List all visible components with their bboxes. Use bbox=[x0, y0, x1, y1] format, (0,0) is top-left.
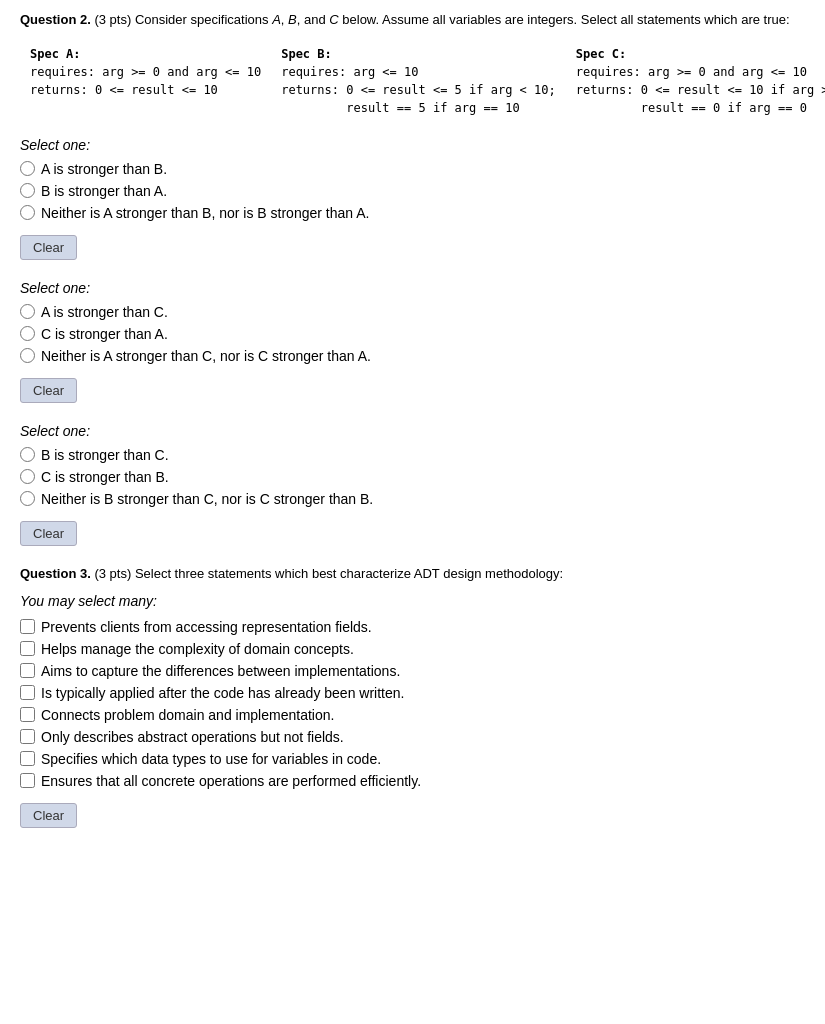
spec-c-title: Spec C: bbox=[576, 45, 825, 63]
label-q3o2[interactable]: Helps manage the complexity of domain co… bbox=[41, 641, 354, 657]
radio-option-g3o2[interactable]: C is stronger than B. bbox=[20, 469, 805, 485]
checkbox-option-q3o8[interactable]: Ensures that all concrete operations are… bbox=[20, 773, 805, 789]
checkbox-q3o7[interactable] bbox=[20, 751, 35, 766]
label-g1o1[interactable]: A is stronger than B. bbox=[41, 161, 167, 177]
radio-g2o2[interactable] bbox=[20, 326, 35, 341]
group1-options: A is stronger than B. B is stronger than… bbox=[20, 161, 805, 221]
spec-a-title: Spec A: bbox=[30, 45, 261, 63]
spec-a-line1: requires: arg >= 0 and arg <= 10 bbox=[30, 63, 261, 81]
checkbox-option-q3o2[interactable]: Helps manage the complexity of domain co… bbox=[20, 641, 805, 657]
radio-g2o1[interactable] bbox=[20, 304, 35, 319]
spec-c-line3: result == 0 if arg == 0 bbox=[576, 99, 825, 117]
label-g1o3[interactable]: Neither is A stronger than B, nor is B s… bbox=[41, 205, 369, 221]
radio-option-g2o1[interactable]: A is stronger than C. bbox=[20, 304, 805, 320]
checkbox-q3o6[interactable] bbox=[20, 729, 35, 744]
checkbox-option-q3o3[interactable]: Aims to capture the differences between … bbox=[20, 663, 805, 679]
checkbox-q3o8[interactable] bbox=[20, 773, 35, 788]
question3-pts: (3 pts) Select three statements which be… bbox=[94, 566, 563, 581]
label-g2o1[interactable]: A is stronger than C. bbox=[41, 304, 168, 320]
radio-g2o3[interactable] bbox=[20, 348, 35, 363]
question2-title: Question 2. bbox=[20, 12, 91, 27]
question3-title: Question 3. bbox=[20, 566, 91, 581]
question2-pts: (3 pts) Consider specifications A, B, an… bbox=[94, 12, 789, 27]
radio-g1o1[interactable] bbox=[20, 161, 35, 176]
checkbox-q3o2[interactable] bbox=[20, 641, 35, 656]
clear-group2-button[interactable]: Clear bbox=[20, 378, 77, 403]
label-q3o6[interactable]: Only describes abstract operations but n… bbox=[41, 729, 344, 745]
clear-question3-button[interactable]: Clear bbox=[20, 803, 77, 828]
question3-header: Question 3. (3 pts) Select three stateme… bbox=[20, 566, 805, 581]
label-g3o2[interactable]: C is stronger than B. bbox=[41, 469, 169, 485]
clear-group1-button[interactable]: Clear bbox=[20, 235, 77, 260]
spec-b-title: Spec B: bbox=[281, 45, 556, 63]
group1-label: Select one: bbox=[20, 137, 805, 153]
clear-group3-button[interactable]: Clear bbox=[20, 521, 77, 546]
group2-label: Select one: bbox=[20, 280, 805, 296]
radio-g3o1[interactable] bbox=[20, 447, 35, 462]
checkbox-group: Prevents clients from accessing represen… bbox=[20, 619, 805, 828]
spec-c-line2: returns: 0 <= result <= 10 if arg > 0; bbox=[576, 81, 825, 99]
group3-label: Select one: bbox=[20, 423, 805, 439]
group3-options: B is stronger than C. C is stronger than… bbox=[20, 447, 805, 507]
label-q3o7[interactable]: Specifies which data types to use for va… bbox=[41, 751, 381, 767]
spec-b-line3: result == 5 if arg == 10 bbox=[281, 99, 556, 117]
radio-group1: Select one: A is stronger than B. B is s… bbox=[20, 137, 805, 260]
spec-b: Spec B: requires: arg <= 10 returns: 0 <… bbox=[281, 45, 556, 117]
spec-b-line1: requires: arg <= 10 bbox=[281, 63, 556, 81]
checkbox-option-q3o7[interactable]: Specifies which data types to use for va… bbox=[20, 751, 805, 767]
spec-a-line2: returns: 0 <= result <= 10 bbox=[30, 81, 261, 99]
label-g2o2[interactable]: C is stronger than A. bbox=[41, 326, 168, 342]
checkbox-q3o3[interactable] bbox=[20, 663, 35, 678]
checkbox-option-q3o5[interactable]: Connects problem domain and implementati… bbox=[20, 707, 805, 723]
label-q3o3[interactable]: Aims to capture the differences between … bbox=[41, 663, 400, 679]
label-q3o5[interactable]: Connects problem domain and implementati… bbox=[41, 707, 334, 723]
checkbox-option-q3o1[interactable]: Prevents clients from accessing represen… bbox=[20, 619, 805, 635]
spec-a: Spec A: requires: arg >= 0 and arg <= 10… bbox=[30, 45, 261, 117]
checkbox-option-q3o6[interactable]: Only describes abstract operations but n… bbox=[20, 729, 805, 745]
radio-g1o2[interactable] bbox=[20, 183, 35, 198]
radio-option-g3o3[interactable]: Neither is B stronger than C, nor is C s… bbox=[20, 491, 805, 507]
radio-option-g2o3[interactable]: Neither is A stronger than C, nor is C s… bbox=[20, 348, 805, 364]
label-g2o3[interactable]: Neither is A stronger than C, nor is C s… bbox=[41, 348, 371, 364]
group2-options: A is stronger than C. C is stronger than… bbox=[20, 304, 805, 364]
radio-group3: Select one: B is stronger than C. C is s… bbox=[20, 423, 805, 546]
radio-g1o3[interactable] bbox=[20, 205, 35, 220]
radio-option-g1o3[interactable]: Neither is A stronger than B, nor is B s… bbox=[20, 205, 805, 221]
spec-c: Spec C: requires: arg >= 0 and arg <= 10… bbox=[576, 45, 825, 117]
label-q3o4[interactable]: Is typically applied after the code has … bbox=[41, 685, 404, 701]
checkbox-q3o4[interactable] bbox=[20, 685, 35, 700]
spec-c-line1: requires: arg >= 0 and arg <= 10 bbox=[576, 63, 825, 81]
label-g3o1[interactable]: B is stronger than C. bbox=[41, 447, 169, 463]
label-q3o8[interactable]: Ensures that all concrete operations are… bbox=[41, 773, 421, 789]
label-g3o3[interactable]: Neither is B stronger than C, nor is C s… bbox=[41, 491, 373, 507]
checkbox-q3o1[interactable] bbox=[20, 619, 35, 634]
radio-g3o2[interactable] bbox=[20, 469, 35, 484]
radio-g3o3[interactable] bbox=[20, 491, 35, 506]
radio-option-g1o2[interactable]: B is stronger than A. bbox=[20, 183, 805, 199]
question2-header: Question 2. (3 pts) Consider specificati… bbox=[20, 10, 805, 30]
radio-option-g2o2[interactable]: C is stronger than A. bbox=[20, 326, 805, 342]
checkbox-option-q3o4[interactable]: Is typically applied after the code has … bbox=[20, 685, 805, 701]
checkbox-q3o5[interactable] bbox=[20, 707, 35, 722]
label-q3o1[interactable]: Prevents clients from accessing represen… bbox=[41, 619, 372, 635]
spec-b-line2: returns: 0 <= result <= 5 if arg < 10; bbox=[281, 81, 556, 99]
question2-block: Question 2. (3 pts) Consider specificati… bbox=[20, 10, 805, 546]
radio-group2: Select one: A is stronger than C. C is s… bbox=[20, 280, 805, 403]
radio-option-g1o1[interactable]: A is stronger than B. bbox=[20, 161, 805, 177]
spec-container: Spec A: requires: arg >= 0 and arg <= 10… bbox=[20, 40, 805, 122]
radio-option-g3o1[interactable]: B is stronger than C. bbox=[20, 447, 805, 463]
you-may-select-label: You may select many: bbox=[20, 593, 805, 609]
label-g1o2[interactable]: B is stronger than A. bbox=[41, 183, 167, 199]
question3-block: Question 3. (3 pts) Select three stateme… bbox=[20, 566, 805, 828]
